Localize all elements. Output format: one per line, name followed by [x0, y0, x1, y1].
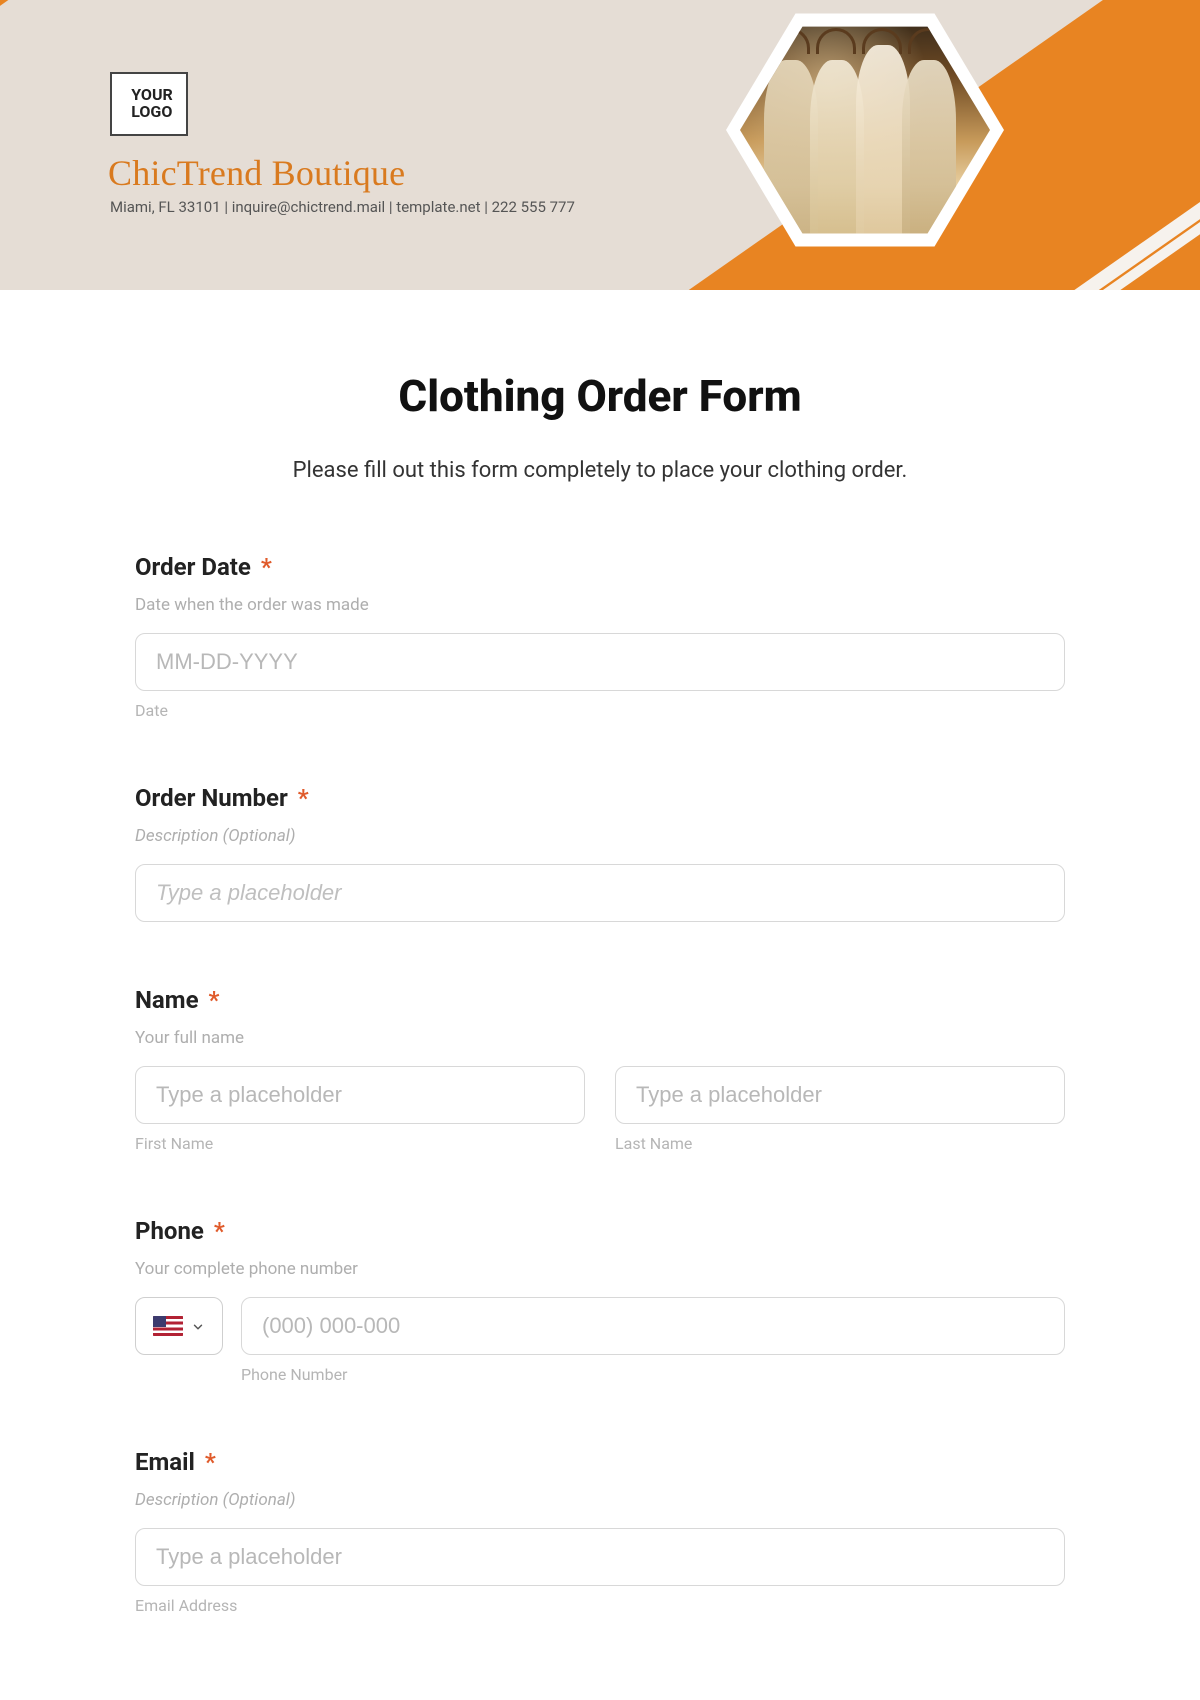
hero-image-hexagon — [740, 20, 990, 240]
field-order-date: Order Date * Date when the order was mad… — [135, 553, 1065, 720]
phone-row: Phone Number — [135, 1297, 1065, 1384]
label-text: Name — [135, 986, 199, 1014]
form-subtitle: Please fill out this form completely to … — [135, 458, 1065, 483]
field-description: Description (Optional) — [135, 826, 1065, 846]
field-description: Date when the order was made — [135, 595, 1065, 615]
field-phone: Phone * Your complete phone number Phone… — [135, 1217, 1065, 1384]
field-sublabel: Email Address — [135, 1596, 1065, 1615]
first-name-col: First Name — [135, 1066, 585, 1153]
last-name-input[interactable] — [615, 1066, 1065, 1124]
order-date-input[interactable] — [135, 633, 1065, 691]
order-number-input[interactable] — [135, 864, 1065, 922]
brand-contact-line: Miami, FL 33101 | inquire@chictrend.mail… — [110, 198, 575, 216]
logo-placeholder: YOUR LOGO — [110, 72, 188, 136]
required-marker: * — [209, 986, 220, 1014]
field-sublabel: Date — [135, 701, 1065, 720]
field-description: Your complete phone number — [135, 1259, 1065, 1279]
form-body: Clothing Order Form Please fill out this… — [115, 290, 1085, 1695]
page: YOUR LOGO ChicTrend Boutique Miami, FL 3… — [0, 0, 1200, 1700]
field-label: Phone * — [135, 1217, 1065, 1245]
field-sublabel: Phone Number — [241, 1365, 1065, 1384]
label-text: Email — [135, 1448, 195, 1476]
name-row: First Name Last Name — [135, 1066, 1065, 1153]
required-marker: * — [298, 784, 309, 812]
field-description: Your full name — [135, 1028, 1065, 1048]
chevron-down-icon — [191, 1319, 205, 1333]
logo-text: YOUR LOGO — [131, 87, 173, 121]
field-sublabel: Last Name — [615, 1134, 1065, 1153]
form-title: Clothing Order Form — [135, 370, 1065, 422]
us-flag-icon — [153, 1316, 183, 1336]
field-order-number: Order Number * Description (Optional) — [135, 784, 1065, 922]
phone-input-wrap: Phone Number — [241, 1297, 1065, 1384]
field-label: Order Date * — [135, 553, 1065, 581]
phone-input[interactable] — [241, 1297, 1065, 1355]
field-sublabel: First Name — [135, 1134, 585, 1153]
field-label: Email * — [135, 1448, 1065, 1476]
label-text: Order Date — [135, 553, 251, 581]
required-marker: * — [214, 1217, 225, 1245]
country-code-select[interactable] — [135, 1297, 223, 1355]
field-email: Email * Description (Optional) Email Add… — [135, 1448, 1065, 1615]
email-input[interactable] — [135, 1528, 1065, 1586]
field-label: Order Number * — [135, 784, 1065, 812]
last-name-col: Last Name — [615, 1066, 1065, 1153]
decor-stripe — [0, 0, 276, 54]
first-name-input[interactable] — [135, 1066, 585, 1124]
clothes-hanger-icon — [816, 28, 856, 54]
required-marker: * — [205, 1448, 216, 1476]
field-name: Name * Your full name First Name Last Na… — [135, 986, 1065, 1153]
field-label: Name * — [135, 986, 1065, 1014]
label-text: Phone — [135, 1217, 204, 1245]
field-description: Description (Optional) — [135, 1490, 1065, 1510]
required-marker: * — [261, 553, 272, 581]
brand-name: ChicTrend Boutique — [108, 152, 405, 194]
label-text: Order Number — [135, 784, 288, 812]
header-banner: YOUR LOGO ChicTrend Boutique Miami, FL 3… — [0, 0, 1200, 290]
